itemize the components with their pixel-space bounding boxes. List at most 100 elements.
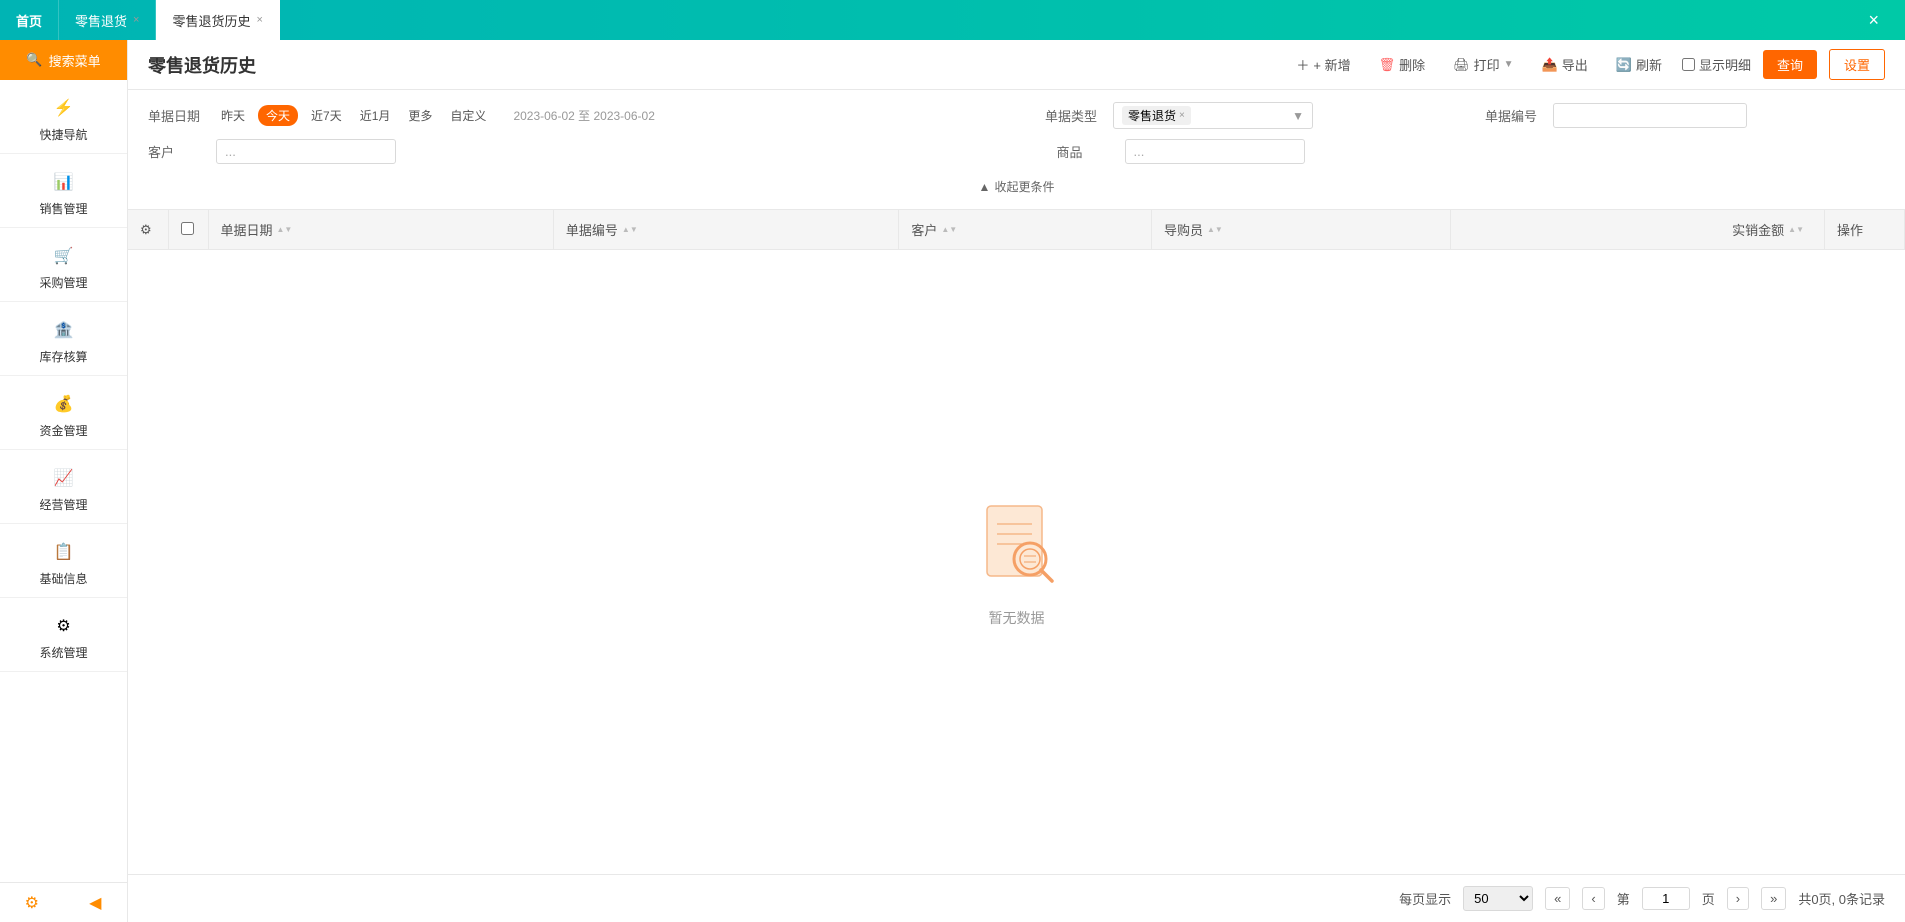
sidebar-item-purchase-mgmt[interactable]: 🛒 采购管理 [0, 228, 127, 302]
delete-label: 删除 [1399, 55, 1425, 74]
date-opt-last-month[interactable]: 近1月 [355, 105, 396, 126]
system-mgmt-icon: ⚙ [50, 612, 78, 640]
sidebar-item-quick-nav[interactable]: ⚡ 快捷导航 [0, 80, 127, 154]
sidebar-item-basic-info[interactable]: 📋 基础信息 [0, 524, 127, 598]
top-bar-right: × [1858, 10, 1905, 31]
th-doc-date-label: 单据日期 [221, 220, 273, 239]
date-opt-more[interactable]: 更多 [403, 105, 437, 126]
customer-label: 客户 [148, 142, 208, 161]
doc-type-select[interactable]: 零售退货 × ▼ [1113, 102, 1313, 129]
sidebar-item-system-mgmt[interactable]: ⚙ 系统管理 [0, 598, 127, 672]
goods-dots: ... [1134, 144, 1145, 159]
delete-button[interactable]: 🗑 删除 [1371, 51, 1434, 78]
refresh-label: 刷新 [1636, 55, 1662, 74]
sidebar-item-purchase-mgmt-label: 采购管理 [39, 274, 87, 291]
goods-input[interactable]: ... [1125, 139, 1305, 164]
tab-bar: 首页 零售退货 × 零售退货历史 × [0, 0, 1858, 40]
filter-collapse-row: ▲ 收起更条件 [148, 174, 1885, 199]
add-button[interactable]: ＋ + 新增 [1288, 51, 1358, 78]
tab-retail-return-label: 零售退货 [75, 11, 127, 30]
top-bar: 首页 零售退货 × 零售退货历史 × × [0, 0, 1905, 40]
show-detail-checkbox[interactable]: 显示明细 [1682, 55, 1751, 74]
th-checkbox[interactable] [168, 210, 208, 250]
customer-input[interactable]: ... [216, 139, 396, 164]
sidebar-search[interactable]: 🔍 搜索菜单 [0, 40, 127, 80]
add-label: + 新增 [1313, 55, 1350, 74]
sort-customer-icon[interactable]: ▲▼ [941, 225, 957, 234]
sidebar-collapse-button[interactable]: ◀ [64, 883, 128, 922]
sidebar-item-sales-mgmt[interactable]: 📊 销售管理 [0, 154, 127, 228]
data-table: ⚙ 单据日期 ▲▼ 单据编号 [128, 210, 1905, 250]
finance-icon: 💰 [50, 390, 78, 418]
tab-retail-return-history[interactable]: 零售退货历史 × [156, 0, 279, 40]
table-area: ⚙ 单据日期 ▲▼ 单据编号 [128, 210, 1905, 874]
date-opt-yesterday[interactable]: 昨天 [216, 105, 250, 126]
purchase-mgmt-icon: 🛒 [50, 242, 78, 270]
page-label: 第 [1617, 889, 1630, 908]
sidebar-item-finance-label: 资金管理 [39, 422, 87, 439]
setting-button[interactable]: 设置 [1829, 49, 1885, 80]
export-button[interactable]: 📤 导出 [1534, 51, 1596, 78]
tab-retail-return-close[interactable]: × [133, 14, 139, 26]
page-of-label: 页 [1702, 889, 1715, 908]
next-page-button[interactable]: › [1727, 887, 1749, 910]
doc-no-label: 单据编号 [1485, 106, 1545, 125]
sort-guide-icon[interactable]: ▲▼ [1207, 225, 1223, 234]
tab-home[interactable]: 首页 [0, 0, 59, 40]
refresh-icon: 🔄 [1616, 57, 1632, 73]
export-label: 导出 [1562, 55, 1588, 74]
show-detail-input[interactable] [1682, 58, 1695, 71]
collapse-button[interactable]: ▲ 收起更条件 [967, 174, 1067, 199]
page-size-label: 每页显示 [1399, 889, 1451, 908]
inventory-icon: 🏦 [50, 316, 78, 344]
date-opt-today[interactable]: 今天 [258, 105, 298, 126]
th-actions: 操作 [1825, 210, 1905, 250]
page-size-select[interactable]: 10 20 50 100 [1463, 886, 1533, 911]
empty-text: 暂无数据 [989, 608, 1045, 628]
sidebar-item-finance[interactable]: 💰 资金管理 [0, 376, 127, 450]
page-input[interactable] [1642, 887, 1690, 910]
sidebar-settings-button[interactable]: ⚙ [0, 883, 64, 922]
sidebar-item-inventory-label: 库存核算 [39, 348, 87, 365]
th-settings[interactable]: ⚙ [128, 210, 168, 250]
select-all-checkbox[interactable] [181, 222, 194, 235]
date-opt-last7[interactable]: 近7天 [306, 105, 347, 126]
sidebar-item-system-mgmt-label: 系统管理 [39, 644, 87, 661]
sidebar-menu: ⚡ 快捷导航 📊 销售管理 🛒 采购管理 🏦 库存核算 💰 资金管理 📈 [0, 80, 127, 882]
refresh-button[interactable]: 🔄 刷新 [1608, 51, 1670, 78]
th-doc-no: 单据编号 ▲▼ [553, 210, 898, 250]
sort-amount-icon[interactable]: ▲▼ [1788, 225, 1804, 234]
collapse-label: 收起更条件 [994, 178, 1054, 195]
doc-no-input[interactable] [1553, 103, 1747, 128]
first-page-button[interactable]: « [1545, 887, 1570, 910]
window-close-button[interactable]: × [1858, 10, 1889, 31]
th-customer: 客户 ▲▼ [899, 210, 1152, 250]
add-icon: ＋ [1296, 55, 1309, 74]
total-label: 共0页, 0条记录 [1798, 889, 1885, 908]
show-detail-label: 显示明细 [1699, 55, 1751, 74]
collapse-up-icon: ▲ [979, 180, 991, 194]
tab-retail-return-history-close[interactable]: × [256, 14, 262, 26]
print-button[interactable]: 🖨 打印 ▼ [1445, 51, 1521, 78]
operations-icon: 📈 [50, 464, 78, 492]
filter-row-1: 单据日期 昨天 今天 近7天 近1月 更多 自定义 2023-06-02 至 2… [148, 102, 1885, 129]
search-icon: 🔍 [26, 52, 42, 68]
sidebar-item-inventory[interactable]: 🏦 库存核算 [0, 302, 127, 376]
page-title: 零售退货历史 [148, 52, 256, 78]
prev-page-button[interactable]: ‹ [1582, 887, 1604, 910]
customer-dots: ... [225, 144, 236, 159]
doc-type-tag-close[interactable]: × [1179, 110, 1185, 121]
query-button[interactable]: 查询 [1763, 50, 1817, 79]
delete-icon: 🗑 [1379, 57, 1396, 73]
sort-doc-no-icon[interactable]: ▲▼ [622, 225, 638, 234]
last-page-button[interactable]: » [1761, 887, 1786, 910]
quick-nav-icon: ⚡ [50, 94, 78, 122]
goods-label: 商品 [1057, 142, 1117, 161]
sidebar-item-operations[interactable]: 📈 经营管理 [0, 450, 127, 524]
tab-retail-return[interactable]: 零售退货 × [59, 0, 156, 40]
th-amount-label: 实销金额 [1732, 220, 1784, 239]
date-opt-custom[interactable]: 自定义 [445, 105, 491, 126]
table-header: ⚙ 单据日期 ▲▼ 单据编号 [128, 210, 1905, 250]
sort-doc-date-icon[interactable]: ▲▼ [277, 225, 293, 234]
filter-row-2: 客户 ... 商品 ... [148, 139, 1885, 164]
